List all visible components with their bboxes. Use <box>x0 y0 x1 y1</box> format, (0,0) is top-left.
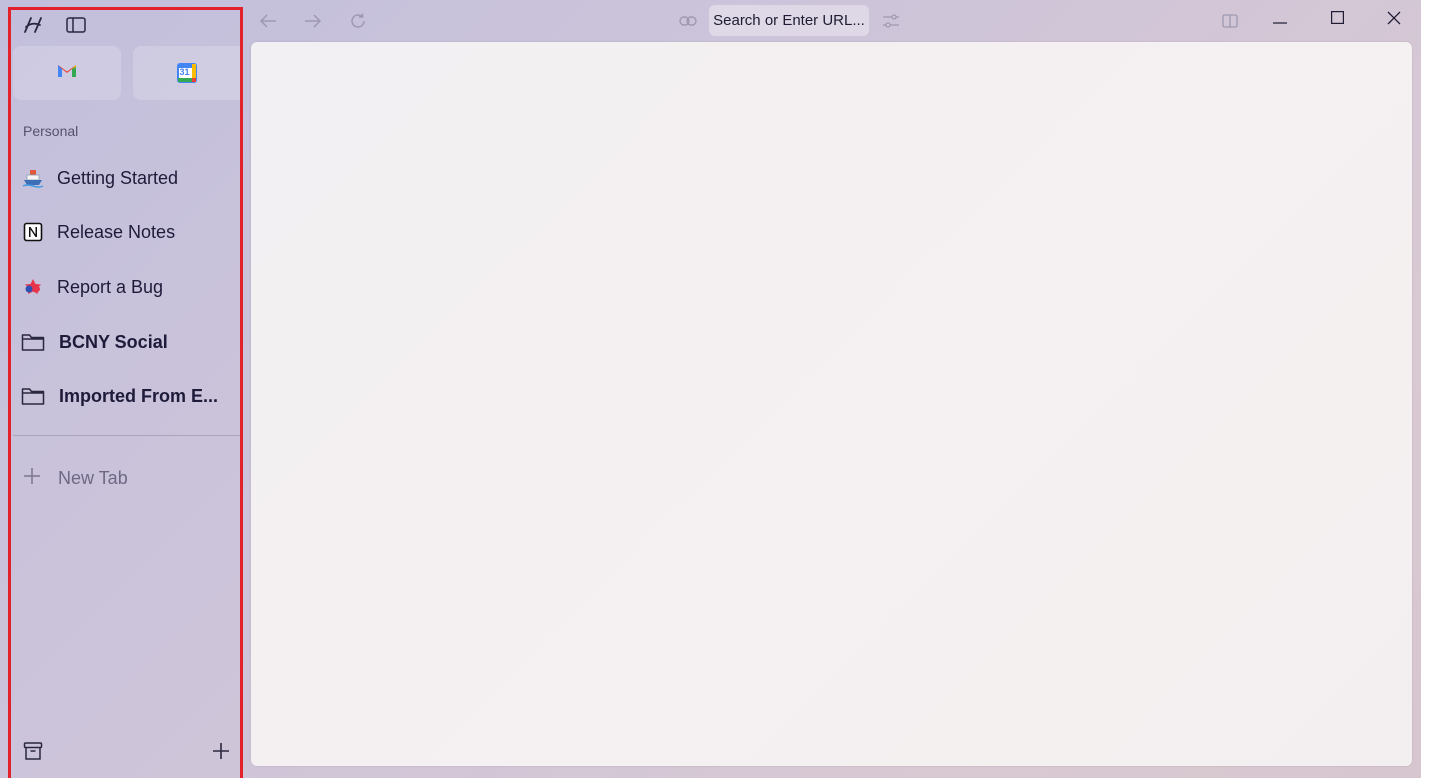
minimize-icon <box>1273 11 1287 29</box>
split-view-icon[interactable] <box>1218 9 1242 33</box>
close-icon <box>1387 11 1401 30</box>
add-space-icon[interactable] <box>209 739 233 763</box>
folder-icon <box>21 384 45 408</box>
back-icon[interactable] <box>256 9 280 33</box>
sidebar-folder-imported[interactable]: Imported From E... <box>11 376 240 416</box>
favorite-calendar[interactable]: 31 <box>133 46 240 100</box>
link-icon[interactable] <box>676 9 700 33</box>
gmail-icon <box>57 63 77 83</box>
url-bar[interactable]: Search or Enter URL... <box>709 5 869 36</box>
bug-report-icon <box>21 275 45 299</box>
sidebar-toggle-icon[interactable] <box>64 13 88 37</box>
ship-icon <box>21 166 45 190</box>
sidebar: 31 Personal Getting Started Release Note… <box>8 7 243 778</box>
arc-logo-icon[interactable] <box>21 13 45 37</box>
sidebar-item-label: Release Notes <box>57 221 176 242</box>
forward-icon[interactable] <box>301 9 325 33</box>
section-label-personal: Personal <box>23 123 79 139</box>
maximize-icon <box>1330 11 1344 29</box>
sidebar-item-label: Report a Bug <box>57 276 164 297</box>
reload-icon[interactable] <box>346 9 370 33</box>
sidebar-folder-label: Imported From E... <box>59 385 219 406</box>
sidebar-item-release-notes[interactable]: Release Notes <box>11 212 240 252</box>
minimize-button[interactable] <box>1260 6 1300 34</box>
web-content-area[interactable] <box>251 42 1412 766</box>
notion-icon <box>21 220 45 244</box>
favorite-gmail[interactable] <box>13 46 121 100</box>
close-button[interactable] <box>1374 6 1414 34</box>
new-tab-button[interactable]: New Tab <box>11 458 240 498</box>
calendar-date-text: 31 <box>179 67 190 77</box>
sidebar-folder-bcny-social[interactable]: BCNY Social <box>11 322 240 362</box>
site-controls-icon[interactable] <box>879 9 903 33</box>
sidebar-item-label: Getting Started <box>57 167 179 188</box>
archive-icon[interactable] <box>21 739 45 763</box>
sidebar-divider <box>13 435 240 436</box>
sidebar-item-report-a-bug[interactable]: Report a Bug <box>11 267 240 307</box>
new-tab-label: New Tab <box>58 468 128 488</box>
sidebar-folder-label: BCNY Social <box>59 331 168 352</box>
folder-icon <box>21 330 45 354</box>
calendar-icon: 31 <box>176 63 197 83</box>
plus-icon <box>23 466 41 490</box>
browser-window: 31 Personal Getting Started Release Note… <box>0 0 1421 778</box>
maximize-button[interactable] <box>1317 6 1357 34</box>
sidebar-item-getting-started[interactable]: Getting Started <box>11 158 240 198</box>
